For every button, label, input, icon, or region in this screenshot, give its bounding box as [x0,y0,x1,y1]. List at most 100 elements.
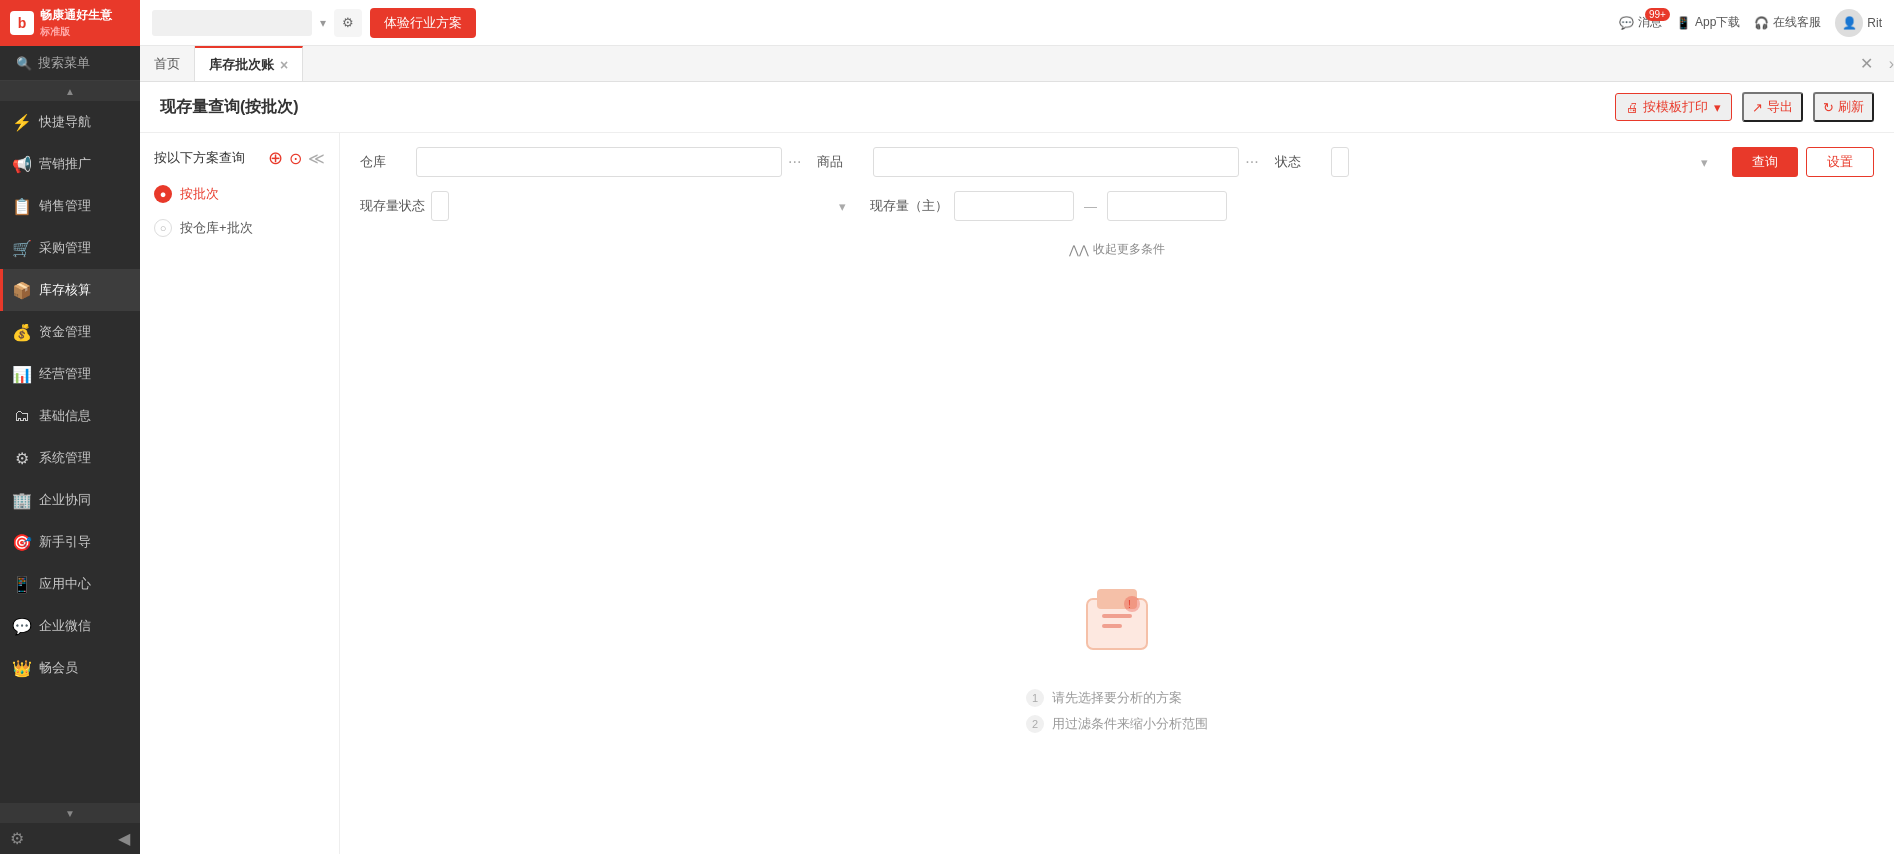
sidebar-item-label: 系统管理 [39,449,91,467]
sidebar-item-label: 快捷导航 [39,113,91,131]
sidebar-item-vip[interactable]: 👑 畅会员 [0,647,140,689]
app-info: 畅康通好生意 标准版 [40,8,112,39]
topbar-left: ▾ ⚙ 体验行业方案 [152,8,1609,38]
inventory-qty-label: 现存量（主） [870,197,948,215]
trial-industry-button[interactable]: 体验行业方案 [370,8,476,38]
search-icon: 🔍 [16,56,32,71]
inventory-status-field: 现存量状态 [360,191,854,221]
tab-close-icon[interactable]: × [280,58,288,72]
export-button[interactable]: ↗ 导出 [1742,92,1803,122]
app-version: 标准版 [40,25,112,38]
sidebar-item-inventory[interactable]: 📦 库存核算 [0,269,140,311]
online-service-button[interactable]: 🎧 在线客服 [1754,14,1821,31]
vip-icon: 👑 [13,659,31,677]
sidebar-item-sales[interactable]: 📋 销售管理 [0,185,140,227]
filter-option-warehouse-batch-label: 按仓库+批次 [180,219,253,237]
batch-active-icon: ● [154,185,172,203]
product-field: 商品 ··· [817,147,1258,177]
settings-icon[interactable]: ⚙ [10,829,24,848]
print-button[interactable]: 🖨 按模板打印 ▾ [1615,93,1732,121]
collapse-filter-icon[interactable]: ≪ [308,149,325,168]
filter-content-area: 按以下方案查询 ⊕ ⊙ ≪ ● 按批次 ○ 按仓库+批次 [140,133,1894,854]
sidebar-item-newbie[interactable]: 🎯 新手引导 [0,521,140,563]
sidebar-item-finance[interactable]: 💰 资金管理 [0,311,140,353]
product-label: 商品 [817,153,867,171]
sidebar-item-system[interactable]: ⚙ 系统管理 [0,437,140,479]
online-service-label: 在线客服 [1773,14,1821,31]
add-filter-icon[interactable]: ⊕ [268,147,283,169]
sidebar-item-marketing[interactable]: 📢 营销推广 [0,143,140,185]
sidebar-item-label: 企业微信 [39,617,91,635]
filter-collapse-button[interactable]: ⋀⋀ 收起更多条件 [360,235,1874,268]
scroll-up-arrow[interactable]: ▲ [0,81,140,101]
tab-inventory-batch[interactable]: 库存批次账 × [195,46,303,81]
sidebar-item-operation[interactable]: 📊 经营管理 [0,353,140,395]
product-more-icon[interactable]: ··· [1245,153,1258,171]
settings-gear-button[interactable]: ⚙ [334,9,362,37]
empty-hint-2: 2 用过滤条件来缩小分析范围 [1026,715,1208,733]
page-header: 现存量查询(按批次) 🖨 按模板打印 ▾ ↗ 导出 ↻ 刷新 [140,82,1894,133]
sidebar-item-app[interactable]: 📱 应用中心 [0,563,140,605]
svg-text:!: ! [1128,599,1131,610]
inventory-status-select[interactable] [431,191,449,221]
search-menu[interactable]: 🔍 搜索菜单 [0,46,140,81]
refresh-icon: ↻ [1823,100,1834,115]
svg-rect-2 [1102,614,1132,618]
filter-option-batch[interactable]: ● 按批次 [140,177,339,211]
user-avatar-area[interactable]: 👤 Rit [1835,9,1882,37]
app-logo: b [10,11,34,35]
sidebar-item-basic[interactable]: 🗂 基础信息 [0,395,140,437]
headset-icon: 🎧 [1754,16,1769,30]
settings-button[interactable]: 设置 [1806,147,1874,177]
warehouse-field: 仓库 ··· [360,147,801,177]
message-icon: 💬 [1619,16,1634,30]
status-select[interactable] [1331,147,1349,177]
warehouse-input[interactable] [416,147,782,177]
filter-option-warehouse-batch[interactable]: ○ 按仓库+批次 [140,211,339,245]
app-download-button[interactable]: 📱 App下载 [1676,14,1740,31]
inventory-qty-max-input[interactable] [1107,191,1227,221]
status-field: 状态 [1275,147,1716,177]
marketing-icon: 📢 [13,155,31,173]
sidebar-item-enterprise[interactable]: 🏢 企业协同 [0,479,140,521]
sidebar-item-purchase[interactable]: 🛒 采购管理 [0,227,140,269]
company-name: 畅康通好生意 [40,8,112,24]
filter-row-1: 仓库 ··· 商品 ··· 状态 [360,147,1874,177]
enterprise-icon: 🏢 [13,491,31,509]
nav-dropdown-icon[interactable]: ▾ [320,16,326,30]
page-content: 现存量查询(按批次) 🖨 按模板打印 ▾ ↗ 导出 ↻ 刷新 [140,82,1894,854]
filter-option-batch-label: 按批次 [180,185,219,203]
range-dash: — [1080,199,1101,214]
collapse-sidebar-icon[interactable]: ◀ [118,829,130,848]
warehouse-more-icon[interactable]: ··· [788,153,801,171]
hint-text-1: 请先选择要分析的方案 [1052,689,1182,707]
operation-icon: 📊 [13,365,31,383]
filter-actions: 查询 设置 [1732,147,1874,177]
search-menu-label: 搜索菜单 [38,54,90,72]
sidebar-item-wechat[interactable]: 💬 企业微信 [0,605,140,647]
settings-filter-icon[interactable]: ⊙ [289,149,302,168]
inventory-qty-min-input[interactable] [954,191,1074,221]
sidebar-item-label: 新手引导 [39,533,91,551]
warehouse-batch-icon: ○ [154,219,172,237]
newbie-icon: 🎯 [13,533,31,551]
app-download-icon: 📱 [1676,16,1691,30]
purchase-icon: 🛒 [13,239,31,257]
tab-inventory-batch-label: 库存批次账 [209,56,274,74]
inventory-qty-field: 现存量（主） — [870,191,1364,221]
sidebar-item-label: 库存核算 [39,281,91,299]
sidebar-item-label: 应用中心 [39,575,91,593]
tab-panel-close-button[interactable]: ✕ [1848,46,1885,81]
hint-num-1: 1 [1026,689,1044,707]
product-input[interactable] [873,147,1239,177]
message-button[interactable]: 💬 消息 99+ [1619,14,1662,31]
refresh-button[interactable]: ↻ 刷新 [1813,92,1874,122]
tab-panel-arrow[interactable]: › [1889,46,1894,81]
tab-home[interactable]: 首页 [140,46,195,81]
sidebar-item-label: 资金管理 [39,323,91,341]
sidebar-item-shortcut[interactable]: ⚡ 快捷导航 [0,101,140,143]
filter-row-2: 现存量状态 现存量（主） — [360,191,1874,221]
scroll-down-arrow[interactable]: ▼ [0,803,140,823]
query-button[interactable]: 查询 [1732,147,1798,177]
export-icon: ↗ [1752,100,1763,115]
